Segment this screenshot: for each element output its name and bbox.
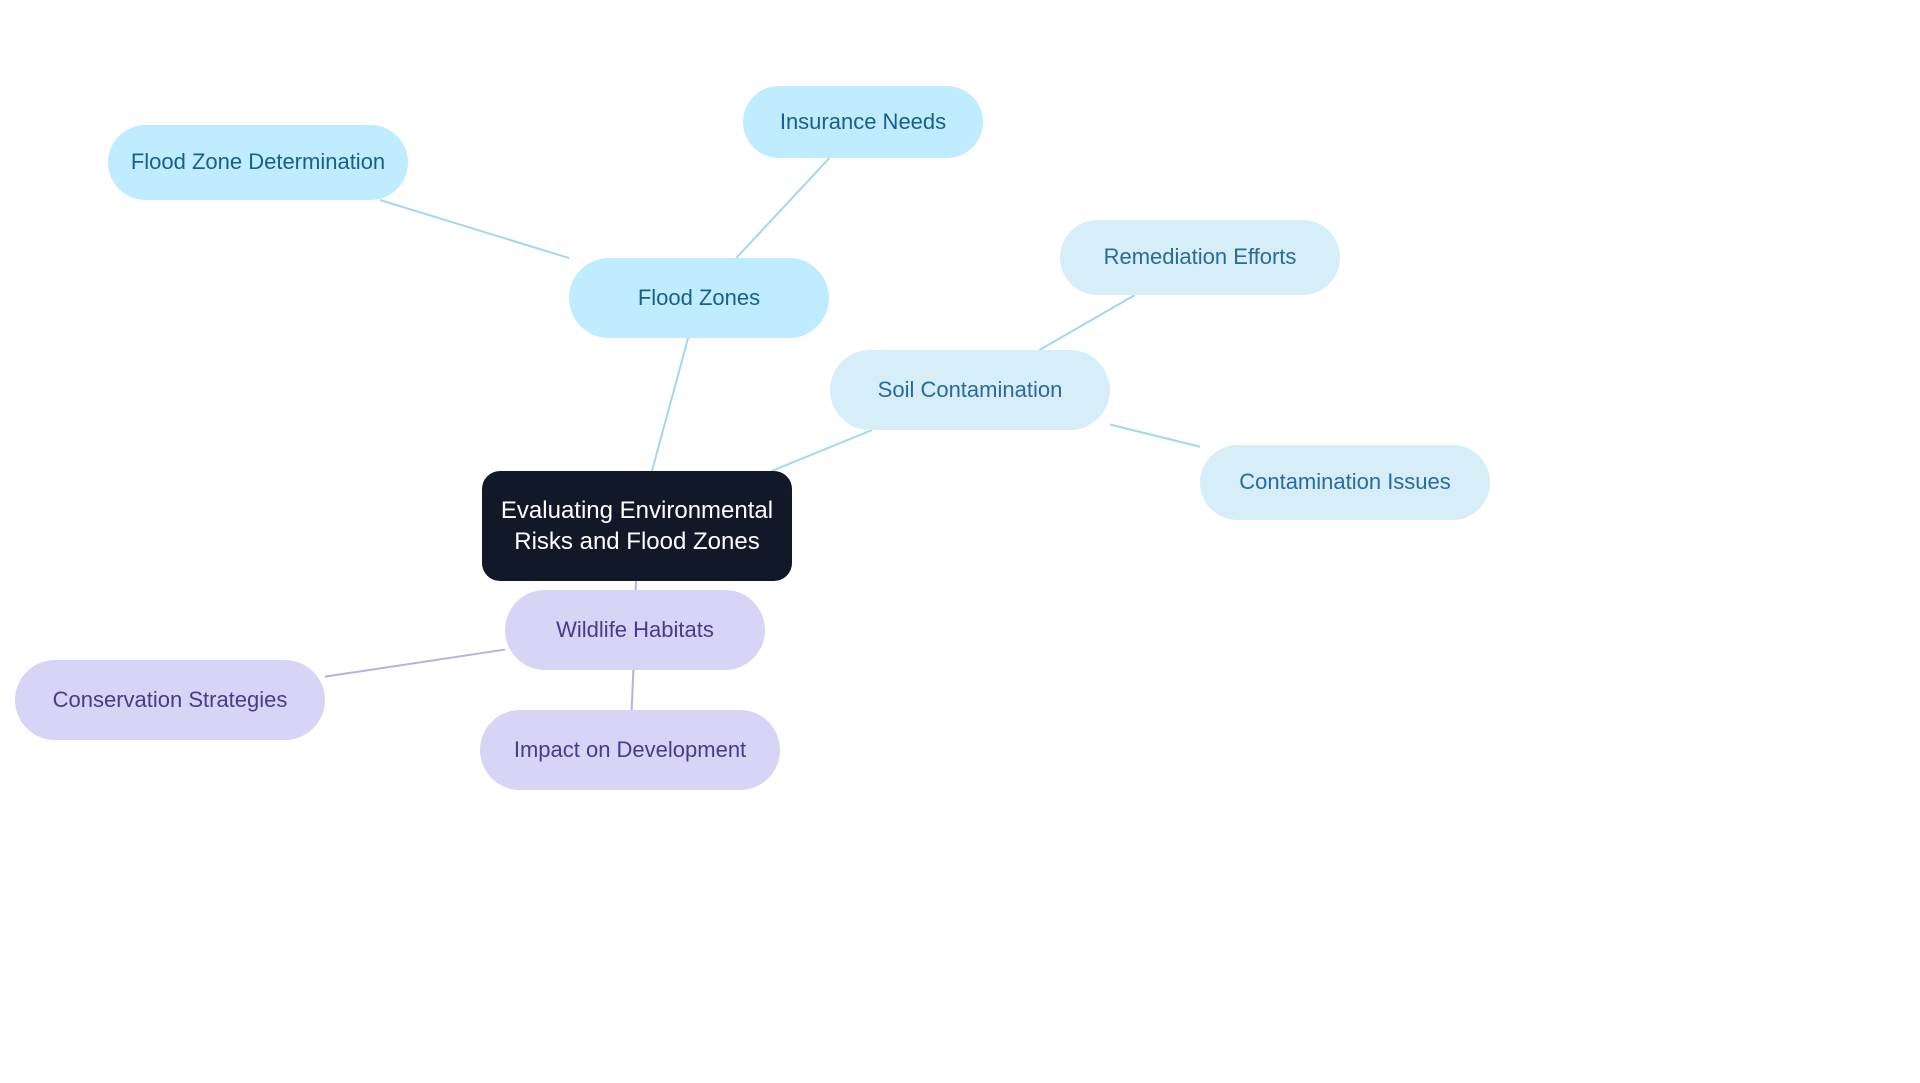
flood-zones-label: Flood Zones (630, 284, 768, 313)
impact-on-development-node[interactable]: Impact on Development (480, 710, 780, 790)
flood-zone-determination-node[interactable]: Flood Zone Determination (108, 125, 408, 200)
soil-contamination-node[interactable]: Soil Contamination (830, 350, 1110, 430)
central-node-label: Evaluating Environmental Risks and Flood… (482, 495, 792, 557)
flood-zone-determination-label: Flood Zone Determination (123, 148, 393, 177)
flood-zones-node[interactable]: Flood Zones (569, 258, 829, 338)
insurance-needs-node[interactable]: Insurance Needs (743, 86, 983, 158)
central-node[interactable]: Evaluating Environmental Risks and Flood… (482, 471, 792, 581)
wildlife-habitats-label: Wildlife Habitats (548, 616, 722, 645)
insurance-needs-label: Insurance Needs (772, 108, 954, 137)
conservation-strategies-label: Conservation Strategies (45, 686, 296, 715)
remediation-efforts-node[interactable]: Remediation Efforts (1060, 220, 1340, 295)
contamination-issues-label: Contamination Issues (1231, 468, 1459, 497)
conservation-strategies-node[interactable]: Conservation Strategies (15, 660, 325, 740)
contamination-issues-node[interactable]: Contamination Issues (1200, 445, 1490, 520)
wildlife-habitats-node[interactable]: Wildlife Habitats (505, 590, 765, 670)
impact-on-development-label: Impact on Development (506, 736, 754, 765)
remediation-efforts-label: Remediation Efforts (1096, 243, 1305, 272)
soil-contamination-label: Soil Contamination (870, 376, 1071, 405)
